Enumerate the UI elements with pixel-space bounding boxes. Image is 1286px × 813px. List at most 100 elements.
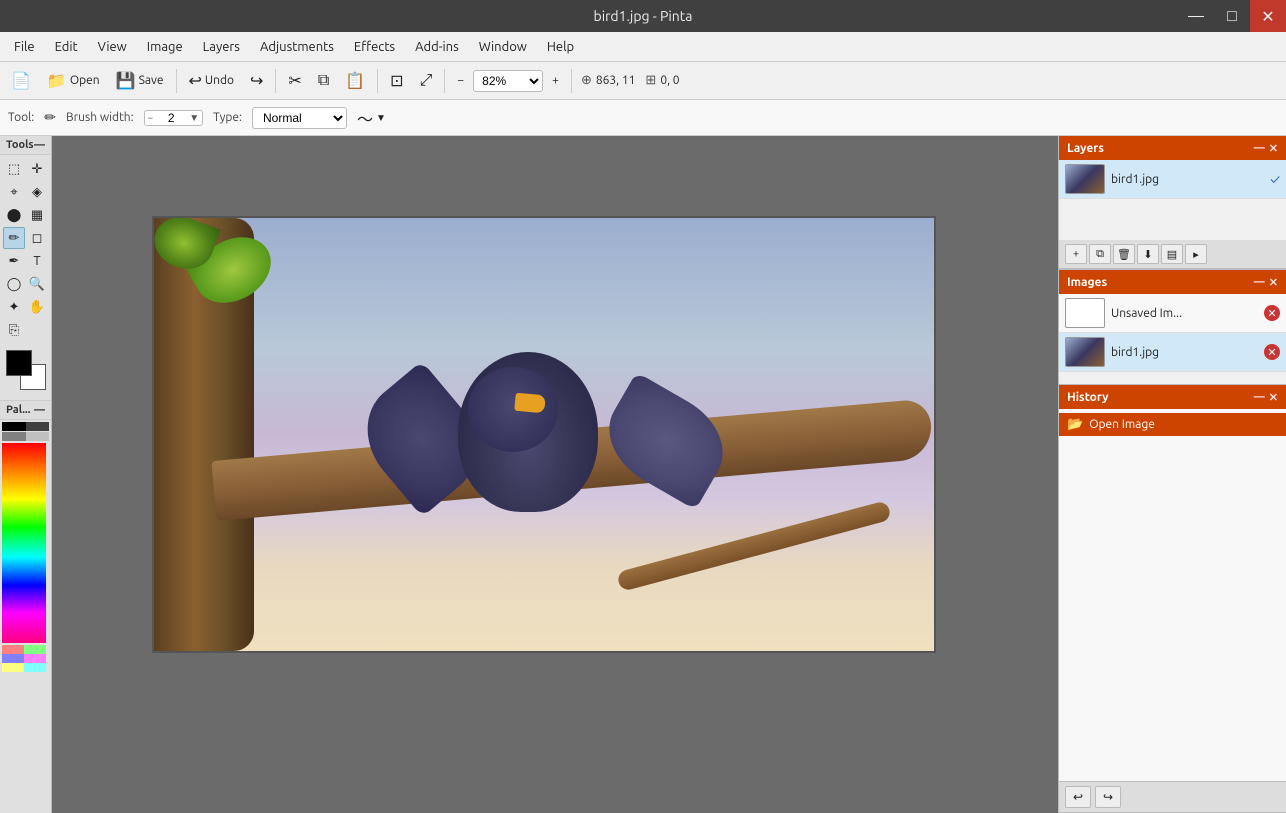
unsaved-image-close-btn[interactable]: ✕ [1264, 305, 1280, 321]
menu-file[interactable]: File [4, 36, 45, 58]
tool-gradient[interactable]: ▦ [26, 204, 48, 226]
undo-label: Undo [205, 74, 234, 87]
tool-shapes[interactable]: ◯ [3, 273, 25, 295]
save-button[interactable]: 💾 Save [109, 67, 171, 94]
tool-clone-stamp[interactable]: ⎘ [3, 319, 25, 341]
maximize-button[interactable]: □ [1214, 0, 1250, 32]
merge-down-button[interactable]: ⬇ [1137, 244, 1159, 264]
history-section: History — ✕ 📂 Open Image ↩ ↪ [1059, 385, 1286, 813]
menu-addins[interactable]: Add-ins [405, 36, 469, 58]
undo-button[interactable]: ↩ Undo [182, 67, 242, 94]
color-light-red[interactable] [2, 645, 24, 654]
history-open-image[interactable]: 📂 Open Image [1059, 413, 1286, 436]
layers-minimize-btn[interactable]: — [1254, 142, 1265, 155]
history-undo-button[interactable]: ↩ [1065, 786, 1091, 808]
crop-button[interactable]: ⊡ [383, 67, 410, 94]
color-light-magenta[interactable] [24, 654, 46, 663]
layer-more-button[interactable]: ▸ [1185, 244, 1207, 264]
color-light-green[interactable] [24, 645, 46, 654]
color-light-yellow[interactable] [2, 663, 24, 672]
bird-image-item[interactable]: bird1.jpg ✕ [1059, 333, 1286, 372]
layer-visible-icon[interactable]: ✓ [1270, 171, 1280, 187]
color-mid-gray[interactable] [2, 432, 26, 441]
zoom-out-button[interactable]: − [450, 70, 471, 91]
brush-width-decrease[interactable]: − [145, 111, 157, 124]
title: bird1.jpg - Pinta [594, 8, 693, 24]
tool-text[interactable]: T [26, 250, 48, 272]
minimize-button[interactable]: — [1178, 0, 1214, 32]
images-minimize-btn[interactable]: — [1254, 276, 1265, 289]
layers-close-btn[interactable]: ✕ [1269, 142, 1278, 155]
tools-header-label: Tools [6, 139, 34, 151]
add-layer-button[interactable]: + [1065, 244, 1087, 264]
flatten-button[interactable]: ▤ [1161, 244, 1183, 264]
close-button[interactable]: ✕ [1250, 0, 1286, 32]
foreground-color-swatch[interactable] [6, 350, 32, 376]
layers-header: Layers — ✕ [1059, 136, 1286, 160]
bw-gradient-row [2, 422, 49, 431]
new-button[interactable]: 📄 [4, 67, 38, 94]
layer-item[interactable]: bird1.jpg ✓ [1059, 160, 1286, 199]
duplicate-layer-button[interactable]: ⧉ [1089, 244, 1111, 264]
color-selector[interactable] [4, 348, 48, 392]
tool-zoom[interactable]: 🔍 [26, 273, 48, 295]
canvas-image [152, 216, 936, 653]
menu-window[interactable]: Window [469, 36, 537, 58]
save-icon: 💾 [116, 71, 136, 90]
palette-header-btn[interactable]: — [34, 404, 45, 416]
resize-button[interactable]: ⤢ [413, 67, 440, 94]
bird-scene [154, 218, 934, 651]
tool-eraser[interactable]: ◻ [26, 227, 48, 249]
history-close-btn[interactable]: ✕ [1269, 391, 1278, 404]
canvas-size: 0, 0 [660, 74, 679, 87]
menu-effects[interactable]: Effects [344, 36, 405, 58]
history-open-label: Open Image [1089, 418, 1155, 431]
history-redo-button[interactable]: ↪ [1095, 786, 1121, 808]
tools-row-3: ⬤ ▦ [3, 204, 48, 226]
brush-type-select[interactable]: Normal Ink Calligraphy [252, 107, 347, 129]
tool-move[interactable]: ✛ [26, 158, 48, 180]
tool-pencil[interactable]: ✒ [3, 250, 25, 272]
unsaved-image-item[interactable]: Unsaved Im... ✕ [1059, 294, 1286, 333]
tool-lasso[interactable]: ⌖ [3, 181, 25, 203]
color-light-cyan[interactable] [24, 663, 46, 672]
color-black[interactable] [2, 422, 26, 431]
copy-button[interactable]: ⧉ [311, 67, 336, 94]
menu-edit[interactable]: Edit [45, 36, 88, 58]
tool-eyedropper[interactable]: ✦ [3, 296, 25, 318]
menu-view[interactable]: View [88, 36, 137, 58]
menu-help[interactable]: Help [537, 36, 584, 58]
tools-header-btn[interactable]: — [34, 139, 45, 151]
extra-swatches [2, 645, 46, 672]
images-section: Images — ✕ Unsaved Im... ✕ bird1.jpg ✕ [1059, 270, 1286, 385]
tool-paintbucket[interactable]: ⬤ [3, 204, 25, 226]
tools-row-6: ◯ 🔍 [3, 273, 48, 295]
cut-button[interactable]: ✂ [281, 67, 308, 94]
images-close-btn[interactable]: ✕ [1269, 276, 1278, 289]
open-button[interactable]: 📁 Open [40, 67, 107, 94]
color-light-blue[interactable] [2, 654, 24, 663]
redo-button[interactable]: ↪ [243, 67, 270, 94]
menu-adjustments[interactable]: Adjustments [250, 36, 344, 58]
color-spectrum[interactable] [2, 443, 46, 643]
menu-image[interactable]: Image [137, 36, 193, 58]
bird-image-close-btn[interactable]: ✕ [1264, 344, 1280, 360]
tool-magic-wand[interactable]: ◈ [26, 181, 48, 203]
tool-paintbrush[interactable]: ✏ [3, 227, 25, 249]
history-minimize-btn[interactable]: — [1254, 391, 1265, 404]
zoom-in-button[interactable]: + [545, 70, 566, 91]
tool-rectangle-select[interactable]: ⬚ [3, 158, 25, 180]
color-dark-gray[interactable] [26, 422, 50, 431]
zoom-select[interactable]: 82% 100% 50% [473, 70, 543, 92]
unsaved-image-thumb [1065, 298, 1105, 328]
menu-layers[interactable]: Layers [193, 36, 250, 58]
canvas-area[interactable] [52, 136, 1058, 813]
paste-button[interactable]: 📋 [338, 67, 372, 94]
brush-width-input[interactable] [156, 111, 186, 125]
bird-beak [515, 393, 546, 414]
delete-layer-button[interactable]: 🗑 [1113, 244, 1135, 264]
tool-pan[interactable]: ✋ [26, 296, 48, 318]
brush-width-increase[interactable]: ▼ [186, 111, 202, 125]
color-light-gray[interactable] [26, 432, 50, 441]
brush-style-dropdown[interactable]: ▼ [376, 112, 386, 124]
